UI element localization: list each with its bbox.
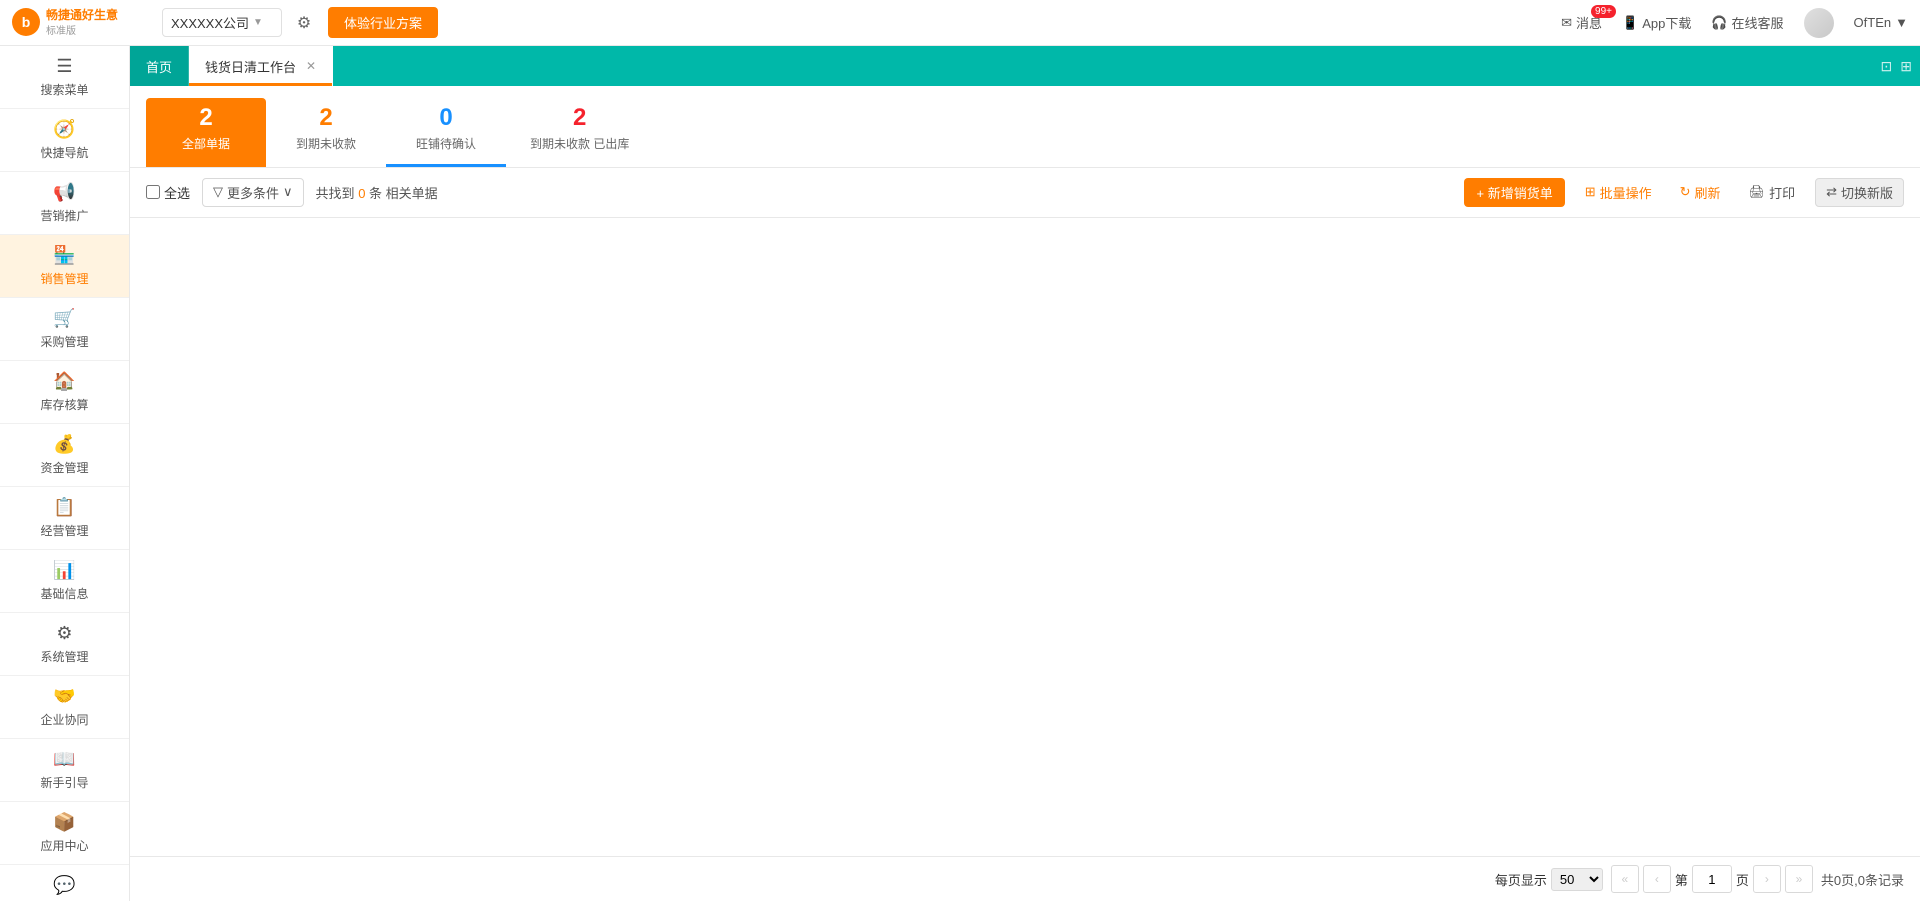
online-service-btn[interactable]: 🎧 在线客服 bbox=[1711, 13, 1783, 32]
switch-version-btn[interactable]: ⇄ 切换新版 bbox=[1815, 178, 1904, 207]
page-size-select[interactable]: 50 10 20 100 bbox=[1551, 868, 1603, 891]
marketing-icon: 📢 bbox=[53, 182, 75, 203]
page-input-area bbox=[1692, 865, 1732, 893]
company-selector[interactable]: XXXXXX公司 ▼ bbox=[162, 8, 282, 37]
tab-minimize-icon[interactable]: ⊡ bbox=[1881, 58, 1893, 75]
found-text: 共找到 0 条 相关单据 bbox=[316, 183, 438, 202]
page-size-selector: 每页显示 50 10 20 100 bbox=[1495, 868, 1603, 891]
sidebar-item-quicknav[interactable]: 🧭 快捷导航 bbox=[0, 109, 129, 172]
page-nav: « ‹ 第 页 › » bbox=[1611, 865, 1813, 893]
table-area bbox=[130, 218, 1920, 856]
user-dropdown-arrow: ▼ bbox=[1895, 15, 1908, 30]
logo-text: 畅捷通好生意 标准版 bbox=[46, 8, 118, 37]
main-content: 2 全部单据 2 到期未收款 0 旺铺待确认 2 到期未收款 已出库 全选 ▽ … bbox=[130, 86, 1920, 901]
select-all-checkbox[interactable] bbox=[146, 185, 160, 199]
stats-tabs: 2 全部单据 2 到期未收款 0 旺铺待确认 2 到期未收款 已出库 bbox=[130, 86, 1920, 168]
add-order-btn[interactable]: + 新增销货单 bbox=[1464, 178, 1564, 207]
finance-icon: 💰 bbox=[53, 434, 75, 455]
next-page-btn[interactable]: › bbox=[1753, 865, 1781, 893]
sidebar-item-finance[interactable]: 💰 资金管理 bbox=[0, 424, 129, 487]
logo-area: b 畅捷通好生意 标准版 bbox=[12, 8, 142, 37]
tab-qianghuo[interactable]: 钱货日清工作台 ✕ bbox=[189, 46, 333, 86]
enterprise-icon: 🤝 bbox=[53, 686, 75, 707]
sidebar-item-operations[interactable]: 📋 经营管理 bbox=[0, 487, 129, 550]
purchase-icon: 🛒 bbox=[53, 308, 75, 329]
inventory-icon: 🏠 bbox=[53, 371, 75, 392]
empty-state bbox=[130, 218, 1920, 518]
refresh-btn[interactable]: ↻ 刷新 bbox=[1672, 179, 1729, 206]
sidebar-item-sales[interactable]: 🏪 销售管理 bbox=[0, 235, 129, 298]
sidebar-item-search[interactable]: ☰ 搜索菜单 bbox=[0, 46, 129, 109]
print-btn[interactable]: 🖨 打印 bbox=[1741, 179, 1804, 206]
select-all-label[interactable]: 全选 bbox=[146, 183, 190, 202]
system-icon: ⚙ bbox=[56, 623, 72, 644]
header-right: ✉ 消息 99+ 📱 App下载 🎧 在线客服 OfTEn ▼ bbox=[1561, 8, 1908, 38]
sidebar-item-inventory[interactable]: 🏠 库存核算 bbox=[0, 361, 129, 424]
sidebar-item-guide[interactable]: 📖 新手引导 bbox=[0, 739, 129, 802]
trial-btn[interactable]: 体验行业方案 bbox=[328, 7, 438, 38]
first-page-btn[interactable]: « bbox=[1611, 865, 1639, 893]
message-btn[interactable]: ✉ 消息 99+ bbox=[1561, 13, 1602, 32]
toolbar: 全选 ▽ 更多条件 ∨ 共找到 0 条 相关单据 + 新增销货单 ⊞ 批量操作 … bbox=[130, 168, 1920, 218]
tab-home[interactable]: 首页 bbox=[130, 46, 189, 86]
sidebar-item-app-center[interactable]: 📦 应用中心 bbox=[0, 802, 129, 865]
switch-icon: ⇄ bbox=[1826, 184, 1837, 200]
download-icon: 📱 bbox=[1622, 15, 1638, 31]
company-dropdown-arrow: ▼ bbox=[253, 17, 263, 28]
basic-info-icon: 📊 bbox=[53, 560, 75, 581]
message-icon: ✉ bbox=[1561, 15, 1572, 31]
wechat-icon: 💬 bbox=[53, 875, 75, 896]
page-number-input[interactable] bbox=[1692, 865, 1732, 893]
operations-icon: 📋 bbox=[53, 497, 75, 518]
logo-icon: b bbox=[12, 8, 40, 36]
page-label: 第 bbox=[1675, 870, 1688, 889]
stat-tab-overdue[interactable]: 2 到期未收款 bbox=[266, 98, 386, 167]
search-menu-icon: ☰ bbox=[56, 56, 72, 77]
filter-dropdown-icon: ∨ bbox=[283, 184, 293, 200]
toolbar-right: + 新增销货单 ⊞ 批量操作 ↻ 刷新 🖨 打印 ⇄ 切换新版 bbox=[1464, 178, 1904, 207]
headset-icon: 🎧 bbox=[1711, 15, 1727, 31]
sidebar-item-purchase[interactable]: 🛒 采购管理 bbox=[0, 298, 129, 361]
stat-tab-wangpu[interactable]: 0 旺铺待确认 bbox=[386, 98, 506, 167]
top-header: b 畅捷通好生意 标准版 XXXXXX公司 ▼ ⚙ 体验行业方案 ✉ 消息 99… bbox=[0, 0, 1920, 46]
tab-bar: 首页 钱货日清工作台 ✕ ⊡ ⊞ bbox=[130, 46, 1920, 86]
app-center-icon: 📦 bbox=[53, 812, 75, 833]
filter-icon: ▽ bbox=[213, 184, 223, 200]
sidebar: ☰ 搜索菜单 🧭 快捷导航 📢 营销推广 🏪 销售管理 🛒 采购管理 🏠 库存核… bbox=[0, 46, 130, 901]
print-icon: 🖨 bbox=[1749, 184, 1766, 200]
sidebar-item-enterprise-wechat[interactable]: 💬 企业微信 bbox=[0, 865, 129, 901]
batch-operation-btn[interactable]: ⊞ 批量操作 bbox=[1577, 179, 1660, 206]
last-page-btn[interactable]: » bbox=[1785, 865, 1813, 893]
app-download-btn[interactable]: 📱 App下载 bbox=[1622, 13, 1691, 32]
pagination: 每页显示 50 10 20 100 « ‹ 第 页 › » 共0页,0条记录 bbox=[130, 856, 1920, 901]
user-name[interactable]: OfTEn ▼ bbox=[1854, 15, 1908, 30]
sidebar-item-system[interactable]: ⚙ 系统管理 bbox=[0, 613, 129, 676]
quicknav-icon: 🧭 bbox=[53, 119, 75, 140]
stat-tab-shipped[interactable]: 2 到期未收款 已出库 bbox=[506, 98, 653, 167]
settings-icon[interactable]: ⚙ bbox=[290, 9, 318, 37]
tab-maximize-icon[interactable]: ⊞ bbox=[1900, 58, 1912, 75]
filter-btn[interactable]: ▽ 更多条件 ∨ bbox=[202, 178, 304, 207]
sales-icon: 🏪 bbox=[53, 245, 75, 266]
guide-icon: 📖 bbox=[53, 749, 75, 770]
avatar[interactable] bbox=[1804, 8, 1834, 38]
batch-icon: ⊞ bbox=[1585, 184, 1596, 200]
tab-bar-actions: ⊡ ⊞ bbox=[1873, 46, 1920, 86]
refresh-icon: ↻ bbox=[1680, 184, 1691, 200]
prev-page-btn[interactable]: ‹ bbox=[1643, 865, 1671, 893]
sidebar-item-enterprise[interactable]: 🤝 企业协同 bbox=[0, 676, 129, 739]
stat-tab-all[interactable]: 2 全部单据 bbox=[146, 98, 266, 167]
sidebar-item-basic-info[interactable]: 📊 基础信息 bbox=[0, 550, 129, 613]
sidebar-item-marketing[interactable]: 📢 营销推广 bbox=[0, 172, 129, 235]
total-records: 共0页,0条记录 bbox=[1821, 870, 1904, 889]
tab-close-icon[interactable]: ✕ bbox=[306, 59, 316, 73]
page-label2: 页 bbox=[1736, 870, 1749, 889]
